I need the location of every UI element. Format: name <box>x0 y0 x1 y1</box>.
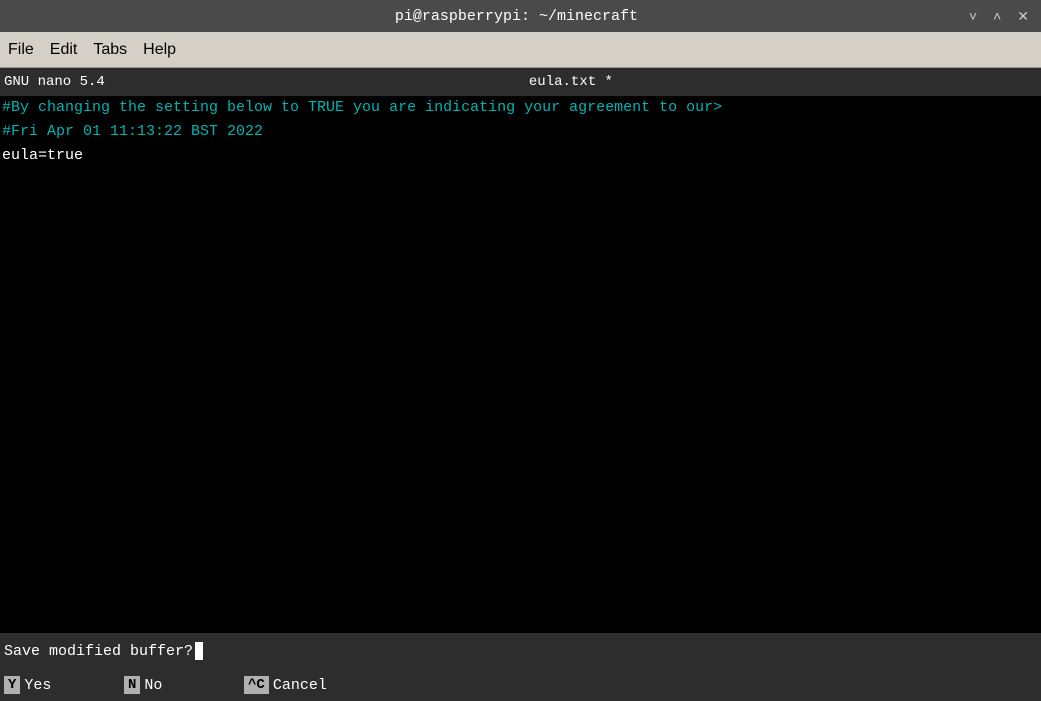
option-no[interactable]: N No <box>120 669 240 701</box>
option-yes-label: Yes <box>24 677 51 694</box>
save-prompt-text: Save modified buffer? <box>4 643 193 660</box>
editor-line-3: eula=true <box>0 144 1041 168</box>
nano-top-bar: GNU nano 5.4 eula.txt * <box>0 68 1041 96</box>
editor-line-2: #Fri Apr 01 11:13:22 BST 2022 <box>0 120 1041 144</box>
nano-filename: eula.txt * <box>105 74 1037 90</box>
title-bar: pi@raspberrypi: ~/minecraft ˅ ˄ ✕ <box>0 0 1041 32</box>
menu-tabs[interactable]: Tabs <box>93 41 127 59</box>
close-button[interactable]: ✕ <box>1013 7 1033 25</box>
save-prompt-cursor <box>195 642 203 660</box>
option-no-key: N <box>124 676 140 694</box>
option-yes-key: Y <box>4 676 20 694</box>
menu-file[interactable]: File <box>8 41 34 59</box>
editor-area[interactable]: #By changing the setting below to TRUE y… <box>0 96 1041 633</box>
option-cancel-label: Cancel <box>273 677 327 694</box>
option-cancel-key: ^C <box>244 676 269 694</box>
menu-bar: File Edit Tabs Help <box>0 32 1041 68</box>
maximize-button[interactable]: ˄ <box>989 7 1005 25</box>
content-wrapper: GNU nano 5.4 eula.txt * #By changing the… <box>0 68 1041 701</box>
bottom-area: Save modified buffer? Y Yes N No ^C Canc… <box>0 633 1041 701</box>
menu-help[interactable]: Help <box>143 41 176 59</box>
editor-line-1: #By changing the setting below to TRUE y… <box>0 96 1041 120</box>
minimize-button[interactable]: ˅ <box>965 7 981 25</box>
option-cancel[interactable]: ^C Cancel <box>240 669 360 701</box>
option-no-label: No <box>144 677 162 694</box>
menu-edit[interactable]: Edit <box>50 41 78 59</box>
title-bar-controls: ˅ ˄ ✕ <box>965 7 1033 25</box>
option-yes[interactable]: Y Yes <box>0 669 120 701</box>
save-prompt-bar: Save modified buffer? <box>0 633 1041 669</box>
title-bar-title: pi@raspberrypi: ~/minecraft <box>68 8 965 25</box>
nano-version: GNU nano 5.4 <box>4 74 105 90</box>
options-bar: Y Yes N No ^C Cancel <box>0 669 1041 701</box>
